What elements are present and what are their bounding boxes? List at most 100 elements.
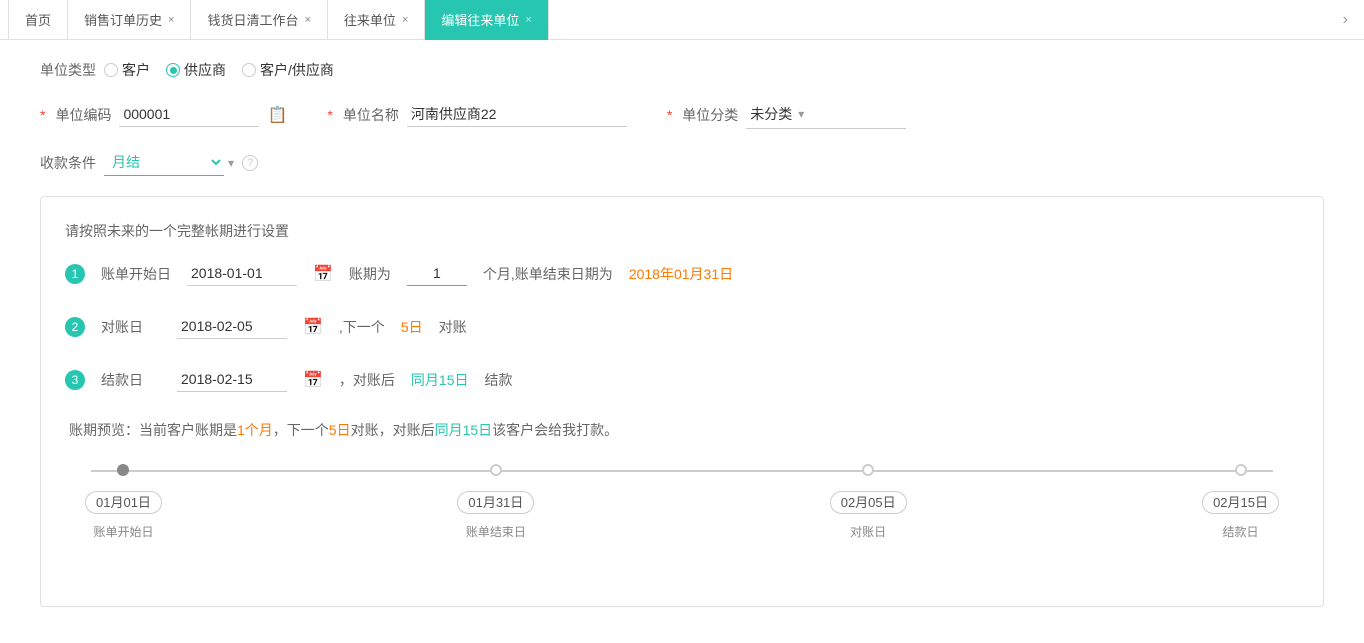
timeline-badge-0: 01月01日 <box>85 492 162 511</box>
timeline-dot-1 <box>490 464 502 476</box>
period-calendar-3-icon[interactable]: 📅 <box>303 370 323 390</box>
timeline-badge-2: 02月05日 <box>830 492 907 511</box>
period-desc-prefix-3: ，对账后 <box>339 370 395 390</box>
unit-type-label: 单位类型 <box>40 60 96 80</box>
tabs-bar: 首页 销售订单历史 × 钱货日清工作台 × 往来单位 × 编辑往来单位 × › <box>0 0 1364 40</box>
tab-sales-history-label: 销售订单历史 <box>84 10 162 29</box>
timeline-date-1: 01月31日 <box>457 491 534 514</box>
payment-cond-chevron-icon: ▾ <box>228 156 234 170</box>
unit-category-chevron-icon: ▾ <box>798 107 804 121</box>
timeline-badge-3: 02月15日 <box>1202 492 1279 511</box>
preview-middle2: 对账，对账后 <box>351 422 435 438</box>
timeline-point-3: 02月15日 结款日 <box>1202 464 1279 540</box>
close-cash-work-icon[interactable]: × <box>304 14 310 26</box>
timeline-dot-3 <box>1235 464 1247 476</box>
unit-type-radio-group: 客户 供应商 客户/供应商 <box>104 60 334 80</box>
period-desc-highlight-2: 5日 <box>401 317 423 337</box>
tab-sales-history[interactable]: 销售订单历史 × <box>68 0 191 40</box>
tab-edit-partner[interactable]: 编辑往来单位 × <box>425 0 548 40</box>
timeline-label-3: 结款日 <box>1223 523 1259 540</box>
period-unit-text: 个月,账单结束日期为 <box>483 264 613 284</box>
preview-part3: 同月15日 <box>435 422 493 438</box>
section-hint: 请按照未来的一个完整帐期进行设置 <box>65 221 1299 241</box>
tab-edit-partner-label: 编辑往来单位 <box>441 10 519 29</box>
period-text-before-1: 账期为 <box>349 264 391 284</box>
timeline-point-2: 02月05日 对账日 <box>830 464 907 540</box>
period-label-2: 对账日 <box>101 317 161 337</box>
preview-part2: 5日 <box>329 422 351 438</box>
unit-code-label: 单位编码 <box>55 105 111 125</box>
timeline-label-2: 对账日 <box>850 523 886 540</box>
content-area: 单位类型 客户 供应商 客户/供应商 * 单位编码 <box>0 40 1364 643</box>
preview-section: 账期预览：当前客户账期是1个月，下一个5日对账，对账后同月15日该客户会给我打款… <box>65 420 1299 440</box>
unit-name-field: * 单位名称 <box>327 102 626 127</box>
payment-cond-field: 收款条件 月结 ▾ ? <box>40 149 258 176</box>
unit-type-field: 单位类型 客户 供应商 客户/供应商 <box>40 60 334 80</box>
timeline-dot-2 <box>862 464 874 476</box>
period-desc-prefix-2: ,下一个 <box>339 317 385 337</box>
payment-cond-row: 收款条件 月结 ▾ ? <box>40 149 1324 176</box>
unit-type-row: 单位类型 客户 供应商 客户/供应商 <box>40 60 1324 80</box>
tab-partner[interactable]: 往来单位 × <box>328 0 425 40</box>
period-date-3[interactable] <box>177 367 287 392</box>
unit-code-input[interactable] <box>119 102 259 127</box>
close-sales-history-icon[interactable]: × <box>168 14 174 26</box>
period-desc-suffix-2: 对账 <box>439 317 467 337</box>
preview-middle1: ，下一个 <box>273 422 329 438</box>
timeline-label-1: 账单结束日 <box>466 523 526 540</box>
timeline-date-0: 01月01日 <box>85 491 162 514</box>
timeline-badge-1: 01月31日 <box>457 492 534 511</box>
payment-cond-label: 收款条件 <box>40 153 96 173</box>
period-number-3: 3 <box>65 370 85 390</box>
unit-code-field: * 单位编码 📋 <box>40 102 287 127</box>
payment-cond-select[interactable]: 月结 <box>104 149 224 176</box>
timeline-point-1: 01月31日 账单结束日 <box>457 464 534 540</box>
period-number-2: 2 <box>65 317 85 337</box>
tab-cash-work[interactable]: 钱货日清工作台 × <box>191 0 327 40</box>
timeline-dot-0 <box>117 464 129 476</box>
radio-supplier-label: 供应商 <box>184 60 226 80</box>
tab-more-arrow[interactable]: › <box>1335 11 1356 29</box>
timeline-point-0: 01月01日 账单开始日 <box>85 464 162 540</box>
unit-category-select[interactable]: 未分类 ▾ <box>746 100 906 129</box>
unit-code-calendar-icon[interactable]: 📋 <box>267 105 287 125</box>
period-months-input[interactable] <box>407 261 467 286</box>
period-date-1[interactable] <box>187 261 297 286</box>
radio-both-label: 客户/供应商 <box>260 60 334 80</box>
tab-home-label: 首页 <box>25 10 51 29</box>
radio-both[interactable]: 客户/供应商 <box>242 60 334 80</box>
period-row-1: 1 账单开始日 📅 账期为 个月,账单结束日期为 2018年01月31日 <box>65 261 1299 286</box>
radio-both-circle <box>242 63 256 77</box>
close-partner-icon[interactable]: × <box>402 14 408 26</box>
payment-help-icon[interactable]: ? <box>242 155 258 171</box>
period-number-1: 1 <box>65 264 85 284</box>
radio-customer-label: 客户 <box>122 60 150 80</box>
unit-category-field: * 单位分类 未分类 ▾ <box>667 100 906 129</box>
period-label-3: 结款日 <box>101 370 161 390</box>
period-label-1: 账单开始日 <box>101 264 171 284</box>
period-calendar-1-icon[interactable]: 📅 <box>313 264 333 284</box>
unit-category-value: 未分类 <box>750 104 792 124</box>
period-row-3: 3 结款日 📅 ，对账后同月15日 结款 <box>65 367 1299 392</box>
tab-home[interactable]: 首页 <box>8 0 68 40</box>
period-desc-suffix-3: 结款 <box>485 370 513 390</box>
radio-customer[interactable]: 客户 <box>104 60 150 80</box>
period-calendar-2-icon[interactable]: 📅 <box>303 317 323 337</box>
period-date-2[interactable] <box>177 314 287 339</box>
radio-supplier-circle <box>166 63 180 77</box>
unit-name-input[interactable] <box>407 102 627 127</box>
preview-suffix: 该客户会给我打款。 <box>492 422 618 438</box>
unit-category-required: * <box>667 107 672 123</box>
radio-customer-circle <box>104 63 118 77</box>
unit-code-required: * <box>40 107 45 123</box>
timeline-label-0: 账单开始日 <box>93 523 153 540</box>
close-edit-partner-icon[interactable]: × <box>525 14 531 26</box>
unit-name-required: * <box>327 107 332 123</box>
unit-name-label: 单位名称 <box>343 105 399 125</box>
tab-partner-label: 往来单位 <box>344 10 396 29</box>
tab-cash-work-label: 钱货日清工作台 <box>207 10 298 29</box>
timeline-date-3: 02月15日 <box>1202 491 1279 514</box>
radio-supplier[interactable]: 供应商 <box>166 60 226 80</box>
unit-info-row: * 单位编码 📋 * 单位名称 * 单位分类 未分类 ▾ <box>40 100 1324 129</box>
timeline-line <box>91 470 1273 472</box>
